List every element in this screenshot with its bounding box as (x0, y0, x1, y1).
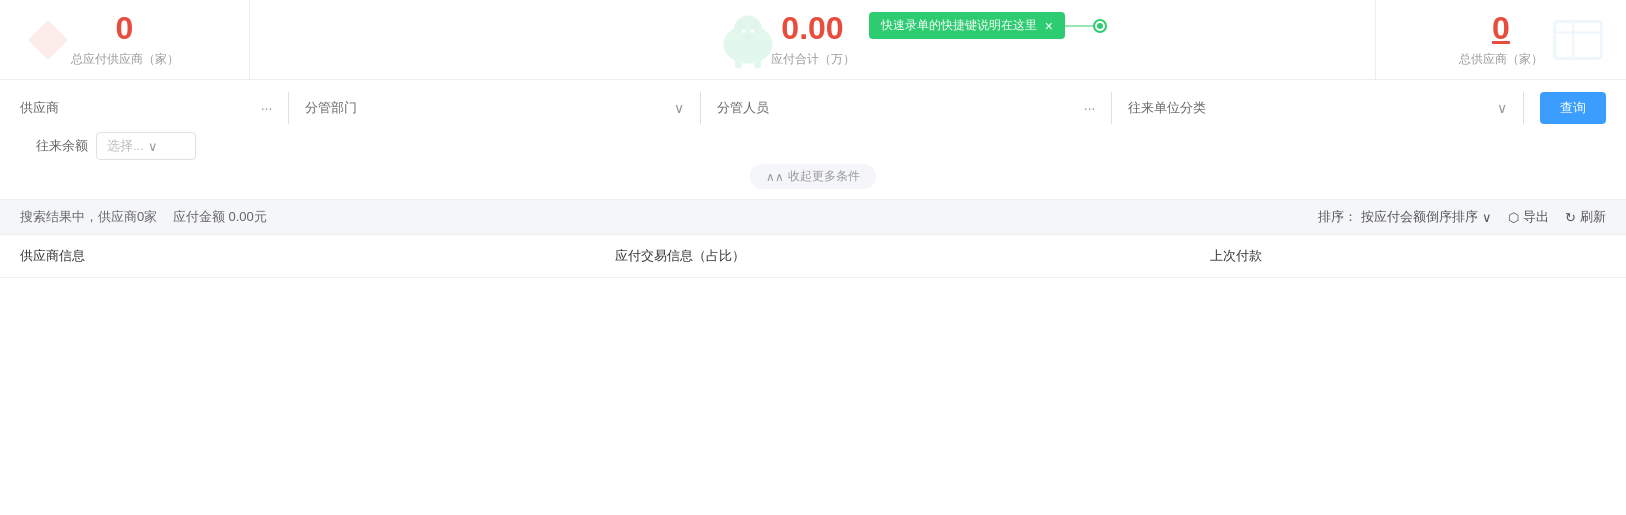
fold-button[interactable]: ∧∧ 收起更多条件 (750, 164, 876, 189)
department-chevron-icon[interactable]: ∨ (674, 100, 684, 116)
export-label: 导出 (1523, 208, 1549, 226)
unit-class-input[interactable] (1214, 101, 1493, 116)
total-payable-count: 0 (116, 11, 134, 46)
person-input[interactable] (777, 101, 1080, 116)
payable-total-content: 0.00 应付合计（万） (771, 11, 855, 67)
person-filter-label: 分管人员 (717, 99, 769, 117)
filter-section: 供应商 ··· 分管部门 ∨ 分管人员 ··· 往来单位分类 ∨ 查询 往来余额… (0, 80, 1626, 200)
payable-total-value: 0.00 (781, 11, 843, 46)
refresh-label: 刷新 (1580, 208, 1606, 226)
tooltip-text: 快速录单的快捷键说明在这里 (881, 17, 1037, 34)
results-summary: 搜索结果中，供应商0家 应付金额 0.00元 (20, 208, 267, 226)
unit-class-filter: 往来单位分类 ∨ (1112, 92, 1524, 124)
table-body (0, 278, 1626, 515)
payable-total-label: 应付合计（万） (771, 51, 855, 68)
fold-bar: ∧∧ 收起更多条件 (20, 164, 1606, 189)
department-input[interactable] (365, 101, 670, 116)
pig-bg-icon (713, 5, 783, 75)
sort-selector[interactable]: 排序： 按应付会额倒序排序 ∨ (1318, 208, 1492, 226)
balance-filter: 往来余额 选择... ∨ (20, 132, 212, 160)
diamond-bg-icon: ¥ (20, 12, 76, 68)
svg-point-6 (741, 29, 745, 33)
sort-prefix: 排序： (1318, 208, 1357, 226)
sort-chevron-icon: ∨ (1482, 210, 1492, 225)
supplier-filter-label: 供应商 (20, 99, 59, 117)
svg-point-7 (750, 29, 754, 33)
stat-total-payable-suppliers: ¥ 0 总应付供应商（家） (0, 0, 250, 79)
balance-label: 往来余额 (36, 137, 88, 155)
refresh-icon: ↻ (1565, 210, 1576, 225)
table-bg-icon (1550, 12, 1606, 68)
svg-point-8 (743, 33, 752, 38)
export-icon: ⬡ (1508, 210, 1519, 225)
supplier-more-icon[interactable]: ··· (261, 100, 273, 116)
results-amount: 应付金额 0.00元 (173, 209, 267, 224)
unit-class-label: 往来单位分类 (1128, 99, 1206, 117)
department-filter-label: 分管部门 (305, 99, 357, 117)
total-payable-label: 总应付供应商（家） (71, 51, 179, 68)
balance-placeholder: 选择... (107, 137, 144, 155)
supplier-filter: 供应商 ··· (20, 92, 289, 124)
fold-up-icon: ∧∧ (766, 170, 784, 184)
stat-payable-total: 0.00 应付合计（万） 快速录单的快捷键说明在这里 × (250, 0, 1376, 79)
stat-total-suppliers: 0 总供应商（家） (1376, 0, 1626, 79)
results-bar: 搜索结果中，供应商0家 应付金额 0.00元 排序： 按应付会额倒序排序 ∨ ⬡… (0, 200, 1626, 235)
person-filter: 分管人员 ··· (701, 92, 1113, 124)
unit-class-chevron-icon[interactable]: ∨ (1497, 100, 1507, 116)
svg-rect-9 (734, 57, 741, 68)
refresh-button[interactable]: ↻ 刷新 (1565, 208, 1606, 226)
tooltip-dot (1095, 21, 1105, 31)
col-last-pay-header: 上次付款 (1210, 247, 1607, 265)
svg-rect-11 (1555, 21, 1602, 58)
filter-row-1: 供应商 ··· 分管部门 ∨ 分管人员 ··· 往来单位分类 ∨ 查询 (20, 92, 1606, 124)
shortcut-tooltip: 快速录单的快捷键说明在这里 × (869, 12, 1065, 39)
svg-text:¥: ¥ (44, 31, 52, 46)
person-more-icon[interactable]: ··· (1084, 100, 1096, 116)
results-actions: 排序： 按应付会额倒序排序 ∨ ⬡ 导出 ↻ 刷新 (1318, 208, 1606, 226)
supplier-input[interactable] (67, 101, 257, 116)
col-supplier-header: 供应商信息 (20, 247, 615, 265)
total-suppliers-label: 总供应商（家） (1459, 51, 1543, 68)
stats-bar: ¥ 0 总应付供应商（家） 0.00 应付合计（万） 快速录单的快捷键说明在这里… (0, 0, 1626, 80)
col-payable-header: 应付交易信息（占比） (615, 247, 1210, 265)
results-summary-text: 搜索结果中，供应商0家 (20, 209, 157, 224)
filter-row-2: 往来余额 选择... ∨ (20, 132, 1606, 160)
query-button[interactable]: 查询 (1540, 92, 1606, 124)
table-header: 供应商信息 应付交易信息（占比） 上次付款 (0, 235, 1626, 278)
balance-select[interactable]: 选择... ∨ (96, 132, 196, 160)
fold-button-label: 收起更多条件 (788, 168, 860, 185)
total-suppliers-value: 0 (1492, 11, 1510, 46)
department-filter: 分管部门 ∨ (289, 92, 701, 124)
tooltip-close-button[interactable]: × (1045, 19, 1053, 33)
export-button[interactable]: ⬡ 导出 (1508, 208, 1549, 226)
svg-rect-10 (754, 57, 761, 68)
balance-chevron-icon: ∨ (148, 139, 158, 154)
sort-option-label: 按应付会额倒序排序 (1361, 208, 1478, 226)
